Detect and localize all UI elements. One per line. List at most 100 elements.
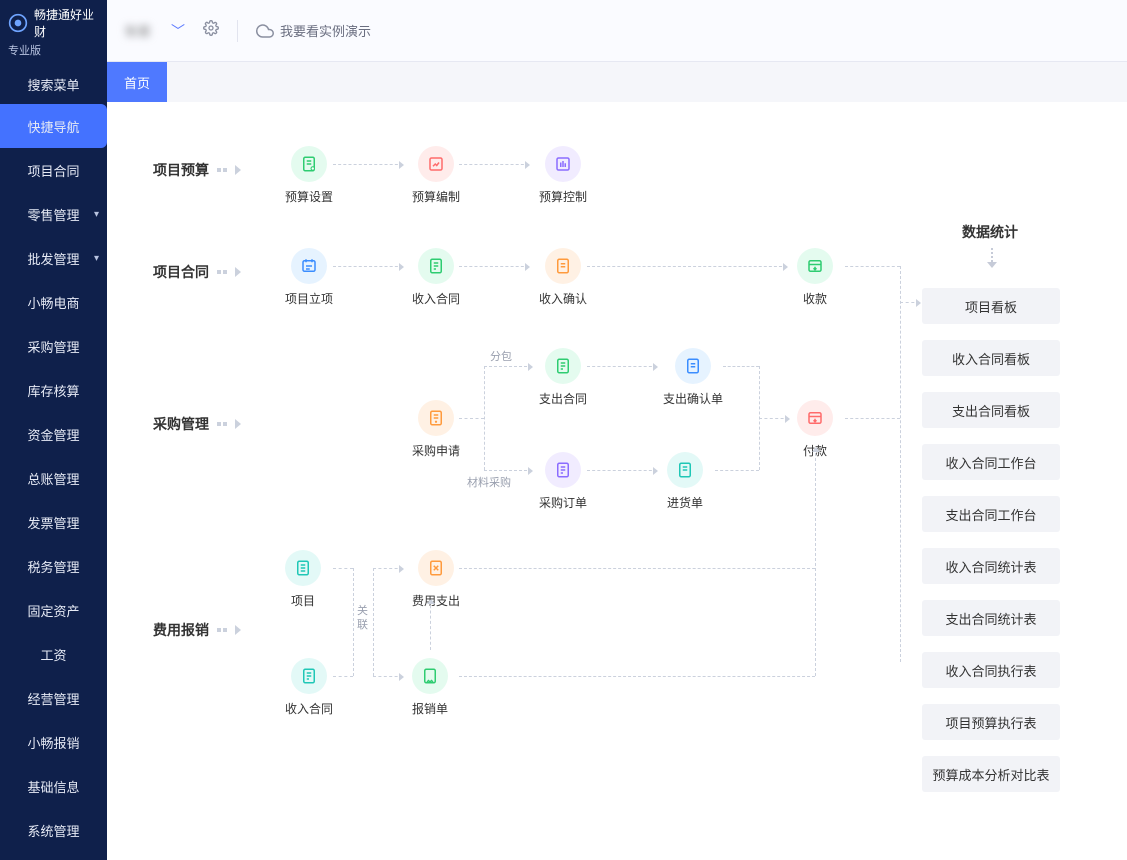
connector (459, 164, 529, 165)
node-purchase-req[interactable]: 采购申请 (412, 400, 460, 459)
stat-button-9[interactable]: 预算成本分析对比表 (922, 756, 1060, 792)
triangle-right-icon (235, 419, 241, 429)
stat-button-8[interactable]: 项目预算执行表 (922, 704, 1060, 740)
sidebar-item-16[interactable]: 系统管理 (0, 808, 107, 852)
connector (900, 302, 920, 303)
sidebar-item-label: 批发管理 (27, 249, 79, 268)
sidebar-item-15[interactable]: 基础信息 (0, 764, 107, 808)
account-selector[interactable]: 账套 ﹀ (125, 21, 185, 41)
brand: 畅捷通好业财 (0, 0, 107, 42)
stat-button-6[interactable]: 支出合同统计表 (922, 600, 1060, 636)
sidebar-item-label: 快捷导航 (27, 117, 79, 136)
sidebar-search[interactable]: 搜索菜单 (0, 64, 107, 104)
connector (373, 568, 403, 569)
sidebar-item-label: 发票管理 (27, 513, 79, 532)
demo-link[interactable]: 我要看实例演示 (256, 21, 371, 40)
node-project-create[interactable]: 项目立项 (285, 248, 333, 307)
connector (333, 568, 353, 569)
sidebar-item-label: 系统管理 (27, 821, 79, 840)
topbar-divider (237, 20, 238, 42)
sidebar-item-2[interactable]: 零售管理▾ (0, 192, 107, 236)
sidebar: 畅捷通好业财 专业版 搜索菜单 快捷导航项目合同零售管理▾ 批发管理 ▾ 小畅电商采购… (0, 0, 107, 860)
sidebar-item-label: 经营管理 (27, 689, 79, 708)
node-income-contract-2[interactable]: 收入合同 (285, 658, 333, 717)
node-goods-in[interactable]: 进货单 (667, 452, 703, 511)
sidebar-item-6[interactable]: 库存核算 (0, 368, 107, 412)
node-reimburse[interactable]: 报销单 (412, 658, 448, 717)
dots-icon (217, 168, 227, 172)
sidebar-item-10[interactable]: 税务管理 (0, 544, 107, 588)
connector (459, 418, 484, 419)
connector (333, 266, 403, 267)
caret-down-icon: ▾ (94, 253, 99, 264)
stat-button-2[interactable]: 支出合同看板 (922, 392, 1060, 428)
tab-strip: 首页 (107, 62, 167, 102)
sidebar-item-8[interactable]: 总账管理 (0, 456, 107, 500)
triangle-right-icon (235, 165, 241, 175)
node-expense-contract[interactable]: 支出合同 (539, 348, 587, 407)
stat-button-5[interactable]: 收入合同统计表 (922, 548, 1060, 584)
section-title-contract: 项目合同 (153, 262, 241, 282)
sidebar-item-4[interactable]: 小畅电商 (0, 280, 107, 324)
connector (459, 266, 529, 267)
stat-button-1[interactable]: 收入合同看板 (922, 340, 1060, 376)
sidebar-item-14[interactable]: 小畅报销 (0, 720, 107, 764)
connector (484, 366, 485, 470)
sidebar-item-5[interactable]: 采购管理 (0, 324, 107, 368)
node-receive[interactable]: 收款 (797, 248, 833, 307)
sidebar-item-13[interactable]: 经营管理 (0, 676, 107, 720)
sidebar-item-3[interactable]: 批发管理 ▾ (0, 236, 107, 280)
stat-button-7[interactable]: 收入合同执行表 (922, 652, 1060, 688)
sidebar-item-12[interactable]: 工资 (0, 632, 107, 676)
connector (815, 448, 816, 676)
node-budget-set[interactable]: 预算设置 (285, 146, 333, 205)
dots-icon (217, 422, 227, 426)
cloud-icon (256, 22, 274, 40)
node-project[interactable]: 项目 (285, 550, 321, 609)
chevron-down-icon: ﹀ (171, 21, 185, 41)
connector (587, 470, 657, 471)
connector (353, 568, 354, 676)
sidebar-item-label: 零售管理 (27, 205, 79, 224)
sidebar-item-label: 库存核算 (27, 381, 79, 400)
triangle-right-icon (235, 267, 241, 277)
brand-name: 畅捷通好业财 (34, 6, 101, 40)
sidebar-item-0[interactable]: 快捷导航 (0, 104, 107, 148)
sidebar-item-label: 工资 (40, 645, 66, 664)
node-income-contract[interactable]: 收入合同 (412, 248, 460, 307)
sidebar-item-label: 项目合同 (27, 161, 79, 180)
connector (484, 470, 532, 471)
connector (845, 418, 900, 419)
connector (459, 676, 815, 677)
brand-subtitle: 专业版 (0, 42, 107, 64)
connector (373, 676, 403, 677)
node-budget-ctrl[interactable]: 预算控制 (539, 146, 587, 205)
stat-button-0[interactable]: 项目看板 (922, 288, 1060, 324)
sidebar-item-label: 基础信息 (27, 777, 79, 796)
sidebar-item-11[interactable]: 固定资产 (0, 588, 107, 632)
connector (715, 470, 759, 471)
gear-icon[interactable] (203, 20, 219, 41)
sidebar-item-label: 资金管理 (27, 425, 79, 444)
sidebar-item-label: 税务管理 (27, 557, 79, 576)
connector (333, 164, 403, 165)
connector (484, 366, 532, 367)
sidebar-item-9[interactable]: 发票管理 (0, 500, 107, 544)
node-purchase-order[interactable]: 采购订单 (539, 452, 587, 511)
sidebar-item-label: 小畅电商 (27, 293, 79, 312)
stats-title: 数据统计 (962, 222, 1018, 242)
connector (723, 366, 759, 367)
node-budget-make[interactable]: 预算编制 (412, 146, 460, 205)
node-expense-confirm[interactable]: 支出确认单 (663, 348, 723, 407)
node-income-confirm[interactable]: 收入确认 (539, 248, 587, 307)
sidebar-item-label: 采购管理 (27, 337, 79, 356)
label-subcontract: 分包 (490, 348, 512, 364)
node-expense-out[interactable]: 费用支出 (412, 550, 460, 609)
label-material: 材料采购 (467, 474, 511, 490)
tab-home[interactable]: 首页 (107, 62, 167, 102)
sidebar-item-1[interactable]: 项目合同 (0, 148, 107, 192)
sidebar-item-7[interactable]: 资金管理 (0, 412, 107, 456)
sidebar-item-label: 小畅报销 (27, 733, 79, 752)
stat-button-4[interactable]: 支出合同工作台 (922, 496, 1060, 532)
stat-button-3[interactable]: 收入合同工作台 (922, 444, 1060, 480)
